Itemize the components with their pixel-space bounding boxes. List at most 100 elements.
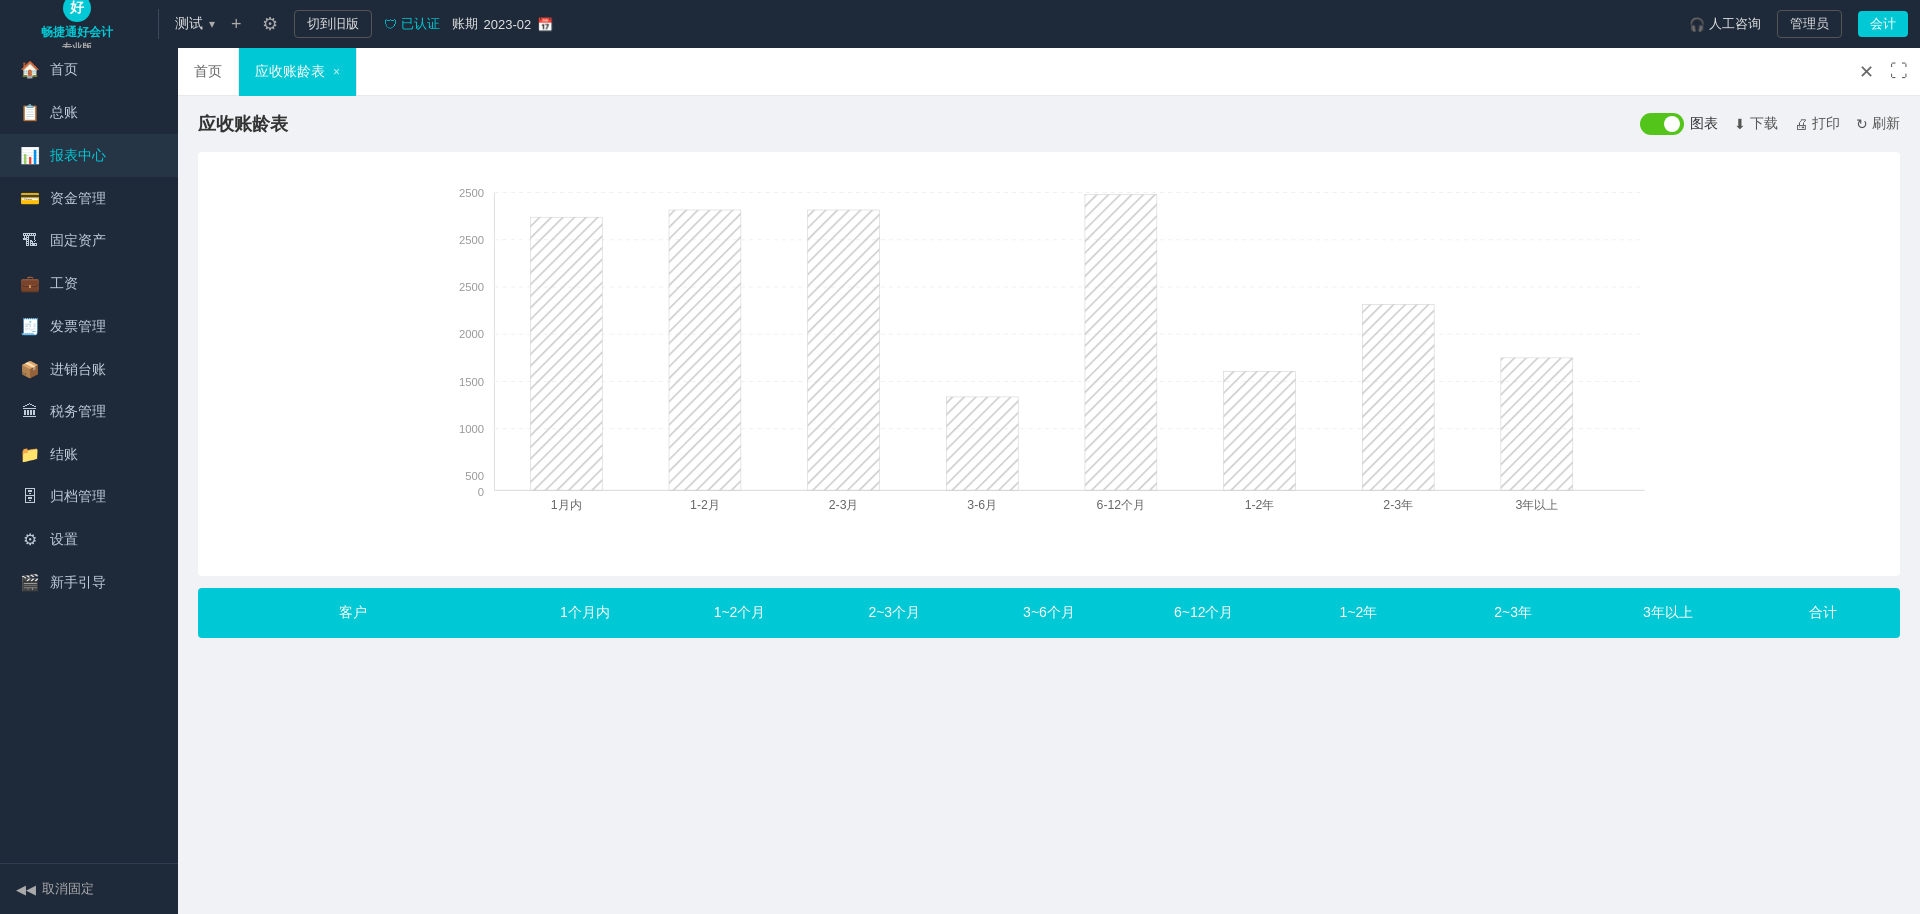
tab-close-icon[interactable]: × bbox=[333, 65, 340, 79]
assets-icon: 🏗 bbox=[20, 232, 40, 250]
download-label: 下载 bbox=[1750, 115, 1778, 133]
pin-icon: ◀◀ bbox=[16, 882, 36, 897]
archive-icon: 🗄 bbox=[20, 488, 40, 506]
sidebar-label-salary: 工资 bbox=[50, 275, 78, 293]
th-total: 合计 bbox=[1745, 588, 1900, 638]
sidebar-item-reports[interactable]: 📊 报表中心 bbox=[0, 134, 178, 177]
sidebar-label-invoice: 发票管理 bbox=[50, 318, 106, 336]
switch-version-button[interactable]: 切到旧版 bbox=[294, 10, 372, 38]
add-button[interactable]: + bbox=[227, 10, 246, 39]
headset-icon: 🎧 bbox=[1689, 17, 1705, 32]
invoice-icon: 🧾 bbox=[20, 317, 40, 336]
page-actions: 图表 ⬇ 下载 🖨 打印 ↻ 刷新 bbox=[1640, 113, 1900, 135]
refresh-button[interactable]: ↻ 刷新 bbox=[1856, 115, 1900, 133]
svg-text:1-2年: 1-2年 bbox=[1245, 498, 1275, 512]
sidebar-item-close[interactable]: 📁 结账 bbox=[0, 433, 178, 476]
sidebar-item-guide[interactable]: 🎬 新手引导 bbox=[0, 561, 178, 604]
guide-icon: 🎬 bbox=[20, 573, 40, 592]
sidebar-item-sales[interactable]: 📦 进销台账 bbox=[0, 348, 178, 391]
svg-text:1-2月: 1-2月 bbox=[690, 498, 720, 512]
th-1-2year: 1~2年 bbox=[1281, 588, 1436, 638]
th-customer: 客户 bbox=[198, 588, 507, 638]
th-3year-plus: 3年以上 bbox=[1591, 588, 1746, 638]
svg-text:2500: 2500 bbox=[459, 281, 484, 293]
verified-label: 已认证 bbox=[401, 15, 440, 33]
sidebar-item-assets[interactable]: 🏗 固定资产 bbox=[0, 220, 178, 262]
home-icon: 🏠 bbox=[20, 60, 40, 79]
bar-1-2月 bbox=[669, 210, 741, 490]
bar-2-3年 bbox=[1362, 304, 1434, 490]
tab-home-label: 首页 bbox=[194, 63, 222, 81]
svg-text:3-6月: 3-6月 bbox=[967, 498, 997, 512]
refresh-label: 刷新 bbox=[1872, 115, 1900, 133]
print-button[interactable]: 🖨 打印 bbox=[1794, 115, 1840, 133]
tab-expand-button[interactable]: ⛶ bbox=[1886, 57, 1912, 86]
sales-icon: 📦 bbox=[20, 360, 40, 379]
tab-close-window-button[interactable]: ✕ bbox=[1855, 57, 1878, 87]
period-value: 2023-02 bbox=[484, 17, 532, 32]
consult-button[interactable]: 🎧 人工咨询 bbox=[1689, 15, 1761, 33]
topbar: 好 畅捷通好会计 专业版 测试 ▾ + ⚙ 切到旧版 🛡 已认证 账期 2023… bbox=[0, 0, 1920, 48]
download-button[interactable]: ⬇ 下载 bbox=[1734, 115, 1778, 133]
svg-text:2500: 2500 bbox=[459, 187, 484, 199]
table-header: 客户 1个月内 1~2个月 2~3个月 3~6个月 6~12个月 1~2年 2~… bbox=[198, 588, 1900, 638]
download-icon: ⬇ bbox=[1734, 116, 1746, 132]
bar-chart: 2500 2500 2500 2000 1500 1000 500 0 bbox=[218, 172, 1880, 552]
cancel-fixed-button[interactable]: ◀◀ 取消固定 bbox=[0, 872, 178, 906]
sidebar: 🏠 首页 📋 总账 📊 报表中心 💳 资金管理 🏗 固定资产 💼 工资 bbox=[0, 48, 178, 914]
th-2-3month: 2~3个月 bbox=[817, 588, 972, 638]
sidebar-scroll: 🏠 首页 📋 总账 📊 报表中心 💳 资金管理 🏗 固定资产 💼 工资 bbox=[0, 48, 178, 863]
sidebar-item-invoice[interactable]: 🧾 发票管理 bbox=[0, 305, 178, 348]
bar-1月内 bbox=[530, 217, 602, 490]
sidebar-label-reports: 报表中心 bbox=[50, 147, 106, 165]
logo-icon: 好 bbox=[63, 0, 91, 22]
bar-2-3月 bbox=[808, 210, 880, 490]
tab-bar-right: ✕ ⛶ bbox=[1855, 57, 1920, 87]
bar-6-12个月 bbox=[1085, 195, 1157, 491]
th-1month: 1个月内 bbox=[507, 588, 662, 638]
salary-icon: 💼 bbox=[20, 274, 40, 293]
refresh-icon: ↻ bbox=[1856, 116, 1868, 132]
svg-text:1000: 1000 bbox=[459, 423, 484, 435]
settings-sidebar-icon: ⚙ bbox=[20, 530, 40, 549]
print-icon: 🖨 bbox=[1794, 116, 1808, 132]
tab-receivable-aging[interactable]: 应收账龄表 × bbox=[239, 48, 357, 96]
sidebar-label-archive: 归档管理 bbox=[50, 488, 106, 506]
sidebar-item-home[interactable]: 🏠 首页 bbox=[0, 48, 178, 91]
calendar-icon[interactable]: 📅 bbox=[537, 17, 553, 32]
settings-button[interactable]: ⚙ bbox=[258, 9, 282, 39]
svg-text:1500: 1500 bbox=[459, 376, 484, 388]
tab-bar: 首页 应收账龄表 × ✕ ⛶ bbox=[178, 48, 1920, 96]
content-area: 首页 应收账龄表 × ✕ ⛶ 应收账龄表 bbox=[178, 48, 1920, 914]
ledger-icon: 📋 bbox=[20, 103, 40, 122]
sidebar-item-settings[interactable]: ⚙ 设置 bbox=[0, 518, 178, 561]
table-section: 客户 1个月内 1~2个月 2~3个月 3~6个月 6~12个月 1~2年 2~… bbox=[198, 588, 1900, 638]
chart-toggle-area[interactable]: 图表 bbox=[1640, 113, 1718, 135]
sidebar-bottom: ◀◀ 取消固定 bbox=[0, 863, 178, 914]
sidebar-label-sales: 进销台账 bbox=[50, 361, 106, 379]
user-button[interactable]: 管理员 bbox=[1777, 10, 1842, 38]
sidebar-item-tax[interactable]: 🏛 税务管理 bbox=[0, 391, 178, 433]
th-6-12month: 6~12个月 bbox=[1126, 588, 1281, 638]
sidebar-item-salary[interactable]: 💼 工资 bbox=[0, 262, 178, 305]
sidebar-item-archive[interactable]: 🗄 归档管理 bbox=[0, 476, 178, 518]
role-button[interactable]: 会计 bbox=[1858, 11, 1908, 37]
topbar-right: 🎧 人工咨询 管理员 会计 bbox=[1689, 10, 1908, 38]
sidebar-item-ledger[interactable]: 📋 总账 bbox=[0, 91, 178, 134]
toggle-label: 图表 bbox=[1690, 115, 1718, 133]
verified-badge: 🛡 已认证 bbox=[384, 15, 440, 33]
bar-3-6月 bbox=[946, 397, 1018, 490]
logo-area: 好 畅捷通好会计 专业版 bbox=[12, 0, 142, 55]
sidebar-label-assets: 固定资产 bbox=[50, 232, 106, 250]
shield-icon: 🛡 bbox=[384, 17, 397, 32]
tab-home[interactable]: 首页 bbox=[178, 48, 239, 96]
chart-toggle[interactable] bbox=[1640, 113, 1684, 135]
sidebar-item-funds[interactable]: 💳 资金管理 bbox=[0, 177, 178, 220]
sidebar-label-guide: 新手引导 bbox=[50, 574, 106, 592]
svg-text:2500: 2500 bbox=[459, 234, 484, 246]
bar-1-2年 bbox=[1224, 371, 1296, 490]
company-selector[interactable]: 测试 ▾ bbox=[175, 15, 215, 33]
svg-text:1月内: 1月内 bbox=[551, 498, 582, 512]
funds-icon: 💳 bbox=[20, 189, 40, 208]
page-header: 应收账龄表 图表 ⬇ 下载 🖨 打印 bbox=[198, 112, 1900, 136]
